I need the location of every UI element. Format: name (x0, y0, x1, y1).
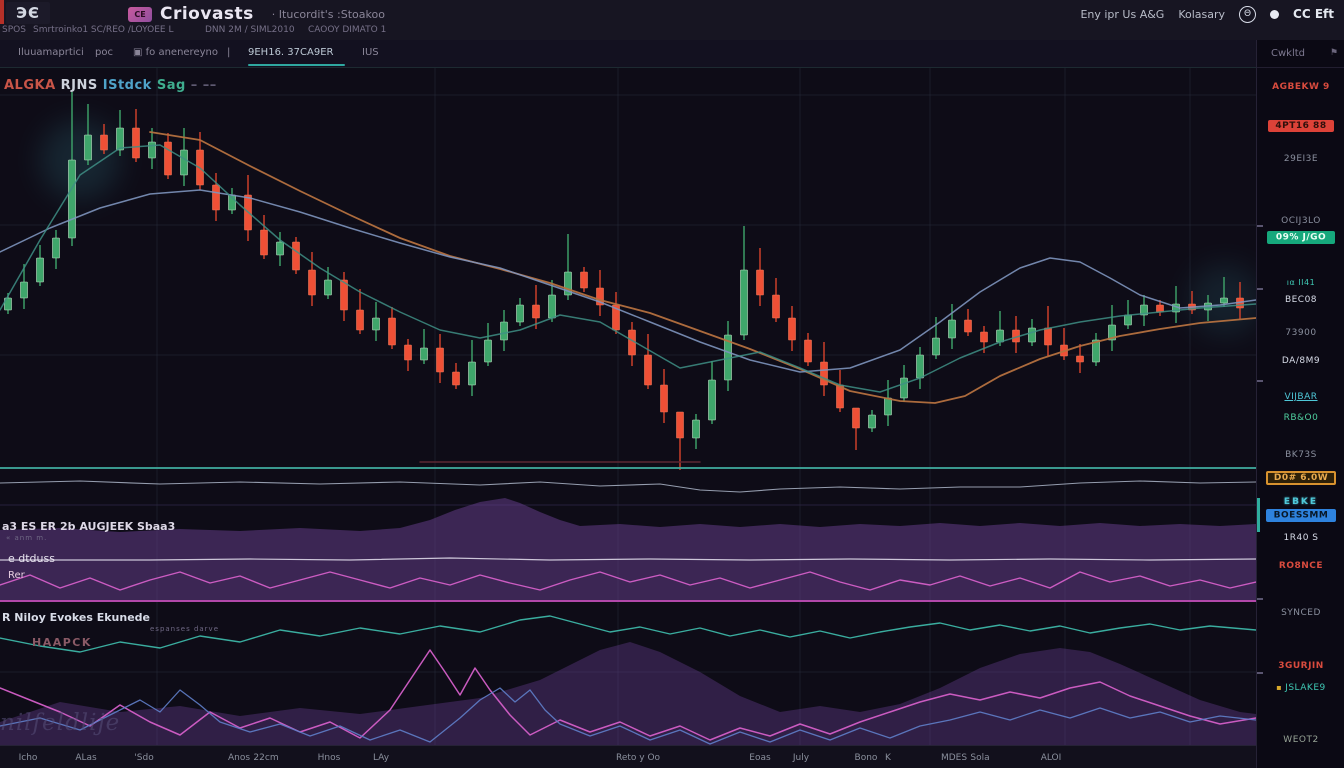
time-axis-label: Icho (19, 753, 38, 763)
toolbar-item[interactable]: Iluuamaprtici (18, 47, 84, 58)
price-label-white: 1R40 S (1257, 533, 1344, 543)
chart-watermark: nilfeldlije (0, 710, 120, 736)
oscillator-panel-title[interactable]: R Niloy Evokes Ekunede (2, 611, 150, 624)
price-label-white: DA/8M9 (1257, 356, 1344, 366)
brand-subtitle: · Itucordit's :Stoakoo (272, 8, 385, 21)
time-axis-label: ALOI (1041, 753, 1062, 763)
scale-tick (1257, 288, 1263, 290)
breadcrumb-item[interactable]: CAOOY DIMATO 1 (308, 25, 386, 35)
price-label-red-text: RO8NCE (1257, 561, 1344, 571)
status-dot-icon (1270, 10, 1279, 19)
symbol-legend[interactable]: ALGKA RJNS IStdck Sag – –– (4, 78, 222, 93)
price-label-gray: 29EI3E (1257, 154, 1344, 164)
tab-active[interactable]: 9EH16. 37CA9ER (248, 47, 333, 58)
price-label-gray: OCIJ3LO (1257, 216, 1344, 226)
time-axis-label: 'Sdo (134, 753, 153, 763)
price-label-green: RB&O0 (1257, 413, 1344, 423)
time-axis-label: K (885, 753, 891, 763)
toolbar-item[interactable]: poc (95, 47, 113, 58)
key-icon: ▪ (1276, 683, 1282, 692)
toolbar-item[interactable]: ▣ fo anenereyno (133, 47, 218, 58)
header-breadcrumb-row: SPOS Smrtroinko1 SC/REO /LOYOEE L DNN 2M /… (0, 24, 1344, 39)
active-tab-underline (248, 64, 345, 66)
chart-canvas[interactable] (0, 67, 1256, 745)
oscillator-panel-subtitle: espanses darve (150, 625, 219, 633)
trading-app-window: ЭЄ CE Criovasts · Itucordit's :Stoakoo E… (0, 0, 1344, 768)
time-axis-label: Sola (970, 753, 989, 763)
breadcrumb-item[interactable]: DNN 2M / SIML2010 (205, 25, 295, 35)
scale-tick (1257, 225, 1263, 227)
time-axis-label: Bono (855, 753, 878, 763)
oscillator-series-label[interactable]: HAAPCK (32, 636, 92, 649)
time-axis-label: 22cm (253, 753, 278, 763)
price-label-gray: BK73S (1257, 450, 1344, 460)
price-label-teal-underline: VIJBAR (1257, 392, 1344, 402)
toolbar-item[interactable]: IUS (362, 47, 379, 58)
user-avatar-icon[interactable]: Θ (1239, 6, 1256, 23)
price-label-orange-badge: D0# 6.0W (1257, 473, 1344, 483)
scale-tick (1257, 380, 1263, 382)
rsi-panel-subtitle: « anm m. (6, 534, 47, 542)
breadcrumb-item[interactable]: Smrtroinko1 SC/REO /LOYOEE L (33, 25, 173, 35)
price-label-red-badge: 4PT16 88 (1257, 121, 1344, 131)
time-axis[interactable]: Icho ALas 'Sdo Anos22cm Hnos LAy Reto y Oo Eoas… (0, 745, 1256, 768)
legend-part: RJNS (61, 78, 98, 93)
brand-title[interactable]: Criovasts (160, 4, 254, 24)
time-axis-label: LAy (373, 753, 389, 763)
top-header-bar: ЭЄ CE Criovasts · Itucordit's :Stoakoo E… (0, 0, 1344, 41)
rsi-panel-title[interactable]: a3 ES ER 2b AUGJEEK Sbaa3 (2, 520, 175, 533)
plan-label[interactable]: Eny ipr Us A&G (1080, 8, 1164, 21)
rsi-series2-label[interactable]: Rer (8, 570, 25, 581)
price-label-green-badge: 09% J/GO (1257, 232, 1344, 242)
time-axis-label: Hnos (318, 753, 341, 763)
price-label-teal-boxed: EBKE (1257, 497, 1344, 507)
time-axis-label: ALas (75, 753, 96, 763)
rsi-area (0, 498, 1256, 600)
price-label-gray: 73900 (1257, 328, 1344, 338)
time-axis-label: Reto y Oo (616, 753, 660, 763)
account-button[interactable]: CC Eft (1293, 7, 1334, 21)
rsi-series-label[interactable]: e dtduss (8, 552, 55, 565)
time-axis-label: Eoas (749, 753, 770, 763)
sidebar-flag-icon[interactable]: ⚑ (1330, 48, 1338, 58)
accent-strip (0, 0, 4, 24)
region-label[interactable]: Kolasary (1178, 8, 1225, 21)
toolbar-item[interactable]: | (227, 47, 230, 58)
price-label-gray-green: WEOT2 (1257, 735, 1344, 745)
price-label-blue-badge: BOESSMM (1257, 510, 1344, 520)
brand-icon[interactable]: CE (128, 7, 152, 22)
candles-layer (5, 92, 1244, 470)
breadcrumb-item[interactable]: SPOS (2, 25, 26, 35)
price-label-red-text: AGBEKW 9 (1257, 82, 1344, 92)
price-scale-sidebar[interactable]: Cwkltd ⚑ AGBEKW 94PT16 8829EI3EOCIJ3LO09… (1256, 40, 1344, 768)
price-label-teal-sm: ıα II41 (1257, 278, 1344, 287)
price-label-teal: ▪JSLAKE9 (1257, 683, 1344, 693)
chart-toolbar[interactable]: Iluuamaprtici poc ▣ fo anenereyno | 9EH16. 3… (0, 40, 1256, 68)
ma-blue (0, 190, 1256, 372)
chart-area[interactable] (0, 67, 1256, 745)
legend-part: – –– (191, 78, 217, 93)
legend-part: ALGKA (4, 78, 56, 93)
time-axis-label: MDES (941, 753, 967, 763)
legend-part: Sag (157, 78, 186, 93)
legend-part: IStdck (103, 78, 152, 93)
time-axis-label: Anos (228, 753, 250, 763)
price-label-red-text: 3GURJIN (1257, 661, 1344, 671)
price-label-gray: SYNCED (1257, 608, 1344, 618)
app-logo[interactable]: ЭЄ (6, 2, 50, 24)
price-label-white: BEC08 (1257, 295, 1344, 305)
scale-tick (1257, 598, 1263, 600)
wavy-white (0, 481, 1256, 492)
time-axis-label: July (793, 753, 809, 763)
scale-tick (1257, 672, 1263, 674)
